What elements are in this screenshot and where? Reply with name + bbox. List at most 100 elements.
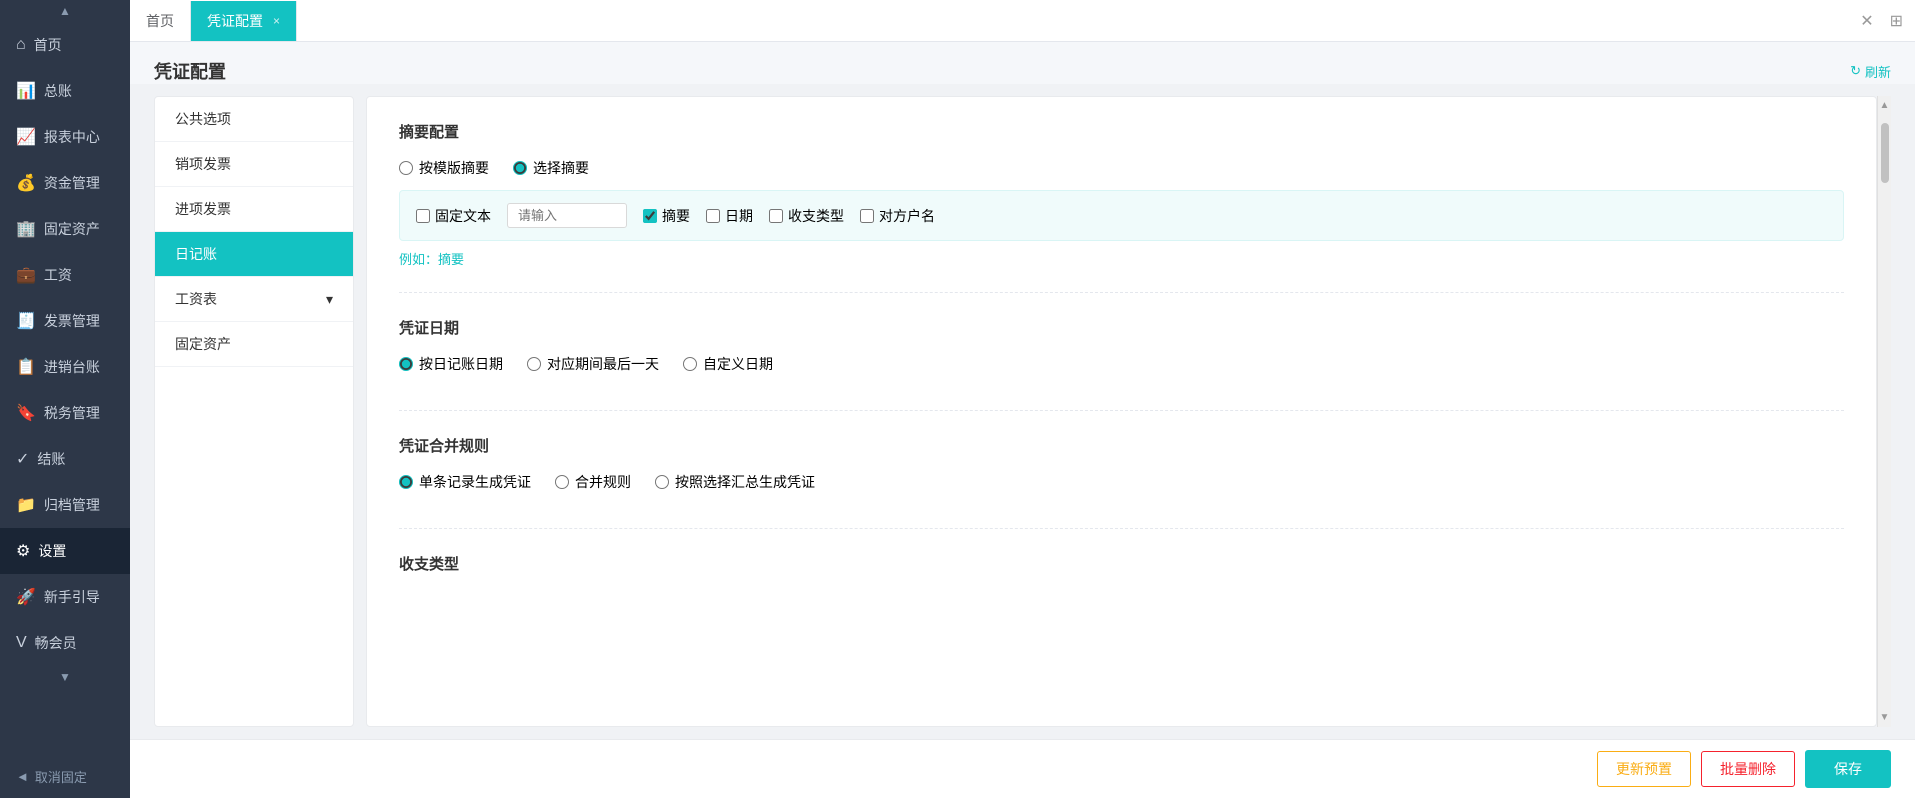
settings-icon: ⚙ — [16, 541, 30, 561]
checkbox-fixed-text-input[interactable] — [416, 209, 430, 223]
radio-single-record[interactable]: 单条记录生成凭证 — [399, 472, 531, 492]
reports-icon: 📈 — [16, 127, 36, 147]
checkbox-counterpart[interactable]: 对方户名 — [860, 206, 935, 226]
sidebar-unpin-button[interactable]: ◄ 取消固定 — [0, 755, 130, 798]
scroll-up-arrow[interactable]: ▲ — [1878, 96, 1891, 115]
checkbox-summary-input[interactable] — [643, 209, 657, 223]
tab-active-label: 凭证配置 — [207, 11, 263, 31]
checkbox-date-input[interactable] — [706, 209, 720, 223]
summary-checkbox-row: 固定文本 摘要 日期 收支类型 — [399, 190, 1844, 241]
radio-journal-date[interactable]: 按日记账日期 — [399, 354, 503, 374]
archive-icon: 📁 — [16, 495, 36, 515]
sidebar-scroll-up[interactable]: ▲ — [0, 0, 130, 22]
radio-journal-date-input[interactable] — [399, 357, 413, 371]
nav-item-sales-invoice[interactable]: 销项发票 — [155, 142, 353, 187]
sidebar-item-label: 税务管理 — [44, 403, 100, 423]
save-button[interactable]: 保存 — [1805, 750, 1891, 788]
radio-select-summary[interactable]: 选择摘要 — [513, 158, 589, 178]
merge-rules-title: 凭证合并规则 — [399, 435, 1844, 456]
checkbox-income-type-label: 收支类型 — [788, 206, 844, 226]
radio-single-record-label: 单条记录生成凭证 — [419, 472, 531, 492]
checkbox-summary[interactable]: 摘要 — [643, 206, 690, 226]
radio-custom-date-input[interactable] — [683, 357, 697, 371]
restore-window-icon[interactable]: ⊞ — [1886, 7, 1907, 35]
checkbox-fixed-text-label: 固定文本 — [435, 206, 491, 226]
sidebar-item-funds[interactable]: 💰 资金管理 — [0, 160, 130, 206]
radio-journal-date-label: 按日记账日期 — [419, 354, 503, 374]
radio-template-summary-input[interactable] — [399, 161, 413, 175]
sidebar-scroll-down[interactable]: ▼ — [0, 666, 130, 688]
summary-section: 摘要配置 按模版摘要 选择摘要 固定文本 — [399, 121, 1844, 293]
sidebar-item-label: 首页 — [34, 35, 62, 55]
radio-select-summary-gen[interactable]: 按照选择汇总生成凭证 — [655, 472, 815, 492]
checkbox-income-type-input[interactable] — [769, 209, 783, 223]
scroll-thumb[interactable] — [1881, 123, 1889, 183]
sidebar-item-settings[interactable]: ⚙ 设置 — [0, 528, 130, 574]
sidebar-item-ledger[interactable]: 📊 总账 — [0, 68, 130, 114]
sidebar-item-guide[interactable]: 🚀 新手引导 — [0, 574, 130, 620]
sidebar-item-salary[interactable]: 💼 工资 — [0, 252, 130, 298]
right-scrollbar[interactable]: ▲ ▼ — [1877, 96, 1891, 727]
merge-radio-group: 单条记录生成凭证 合并规则 按照选择汇总生成凭证 — [399, 472, 1844, 492]
sidebar-item-label: 设置 — [38, 541, 66, 561]
checkbox-income-type[interactable]: 收支类型 — [769, 206, 844, 226]
date-title: 凭证日期 — [399, 317, 1844, 338]
income-type-title: 收支类型 — [399, 553, 1844, 574]
sidebar-item-archive[interactable]: 📁 归档管理 — [0, 482, 130, 528]
radio-template-summary[interactable]: 按模版摘要 — [399, 158, 489, 178]
radio-custom-date[interactable]: 自定义日期 — [683, 354, 773, 374]
checkbox-counterpart-input[interactable] — [860, 209, 874, 223]
nav-item-payroll[interactable]: 工资表 ▾ — [155, 277, 353, 322]
fixed-text-input[interactable] — [507, 203, 627, 228]
radio-merge-rules[interactable]: 合并规则 — [555, 472, 631, 492]
scroll-down-arrow[interactable]: ▼ — [1878, 708, 1891, 727]
radio-merge-rules-input[interactable] — [555, 475, 569, 489]
nav-item-label: 日记账 — [175, 244, 217, 264]
home-icon: ⌂ — [16, 36, 26, 54]
nav-item-journal[interactable]: 日记账 — [155, 232, 353, 277]
radio-last-period-day-input[interactable] — [527, 357, 541, 371]
sidebar-item-vip[interactable]: V 畅会员 — [0, 620, 130, 666]
tab-close-icon[interactable]: × — [273, 14, 280, 28]
sidebar-item-home[interactable]: ⌂ 首页 — [0, 22, 130, 68]
tax-icon: 🔖 — [16, 403, 36, 423]
checkbox-summary-label: 摘要 — [662, 206, 690, 226]
sidebar-item-label: 固定资产 — [44, 219, 100, 239]
invoice-icon: 🧾 — [16, 311, 36, 331]
nav-item-public[interactable]: 公共选项 — [155, 97, 353, 142]
closing-icon: ✓ — [16, 449, 29, 469]
radio-custom-date-label: 自定义日期 — [703, 354, 773, 374]
income-type-section: 收支类型 — [399, 553, 1844, 614]
sidebar-item-invoice-mgr[interactable]: 🧾 发票管理 — [0, 298, 130, 344]
sidebar-item-assets[interactable]: 🏢 固定资产 — [0, 206, 130, 252]
tab-bar: 首页 凭证配置 × ✕ ⊞ — [130, 0, 1915, 42]
radio-last-period-day[interactable]: 对应期间最后一天 — [527, 354, 659, 374]
sidebar-item-label: 资金管理 — [44, 173, 100, 193]
sidebar-item-reports[interactable]: 📈 报表中心 — [0, 114, 130, 160]
sidebar-item-tax[interactable]: 🔖 税务管理 — [0, 390, 130, 436]
close-window-icon[interactable]: ✕ — [1856, 7, 1877, 35]
batch-delete-button[interactable]: 批量删除 — [1701, 751, 1795, 787]
nav-item-purchase-invoice[interactable]: 进项发票 — [155, 187, 353, 232]
sidebar-item-closing[interactable]: ✓ 结账 — [0, 436, 130, 482]
radio-select-summary-input[interactable] — [513, 161, 527, 175]
sidebar-item-label: 结账 — [37, 449, 65, 469]
radio-select-summary-label: 选择摘要 — [533, 158, 589, 178]
update-preview-button[interactable]: 更新预置 — [1597, 751, 1691, 787]
tab-voucher-config[interactable]: 凭证配置 × — [191, 1, 297, 41]
summary-radio-group: 按模版摘要 选择摘要 — [399, 158, 1844, 178]
radio-single-record-input[interactable] — [399, 475, 413, 489]
checkbox-fixed-text[interactable]: 固定文本 — [416, 206, 491, 226]
tab-home[interactable]: 首页 — [130, 1, 191, 41]
sidebar-item-purchase[interactable]: 📋 进销台账 — [0, 344, 130, 390]
assets-icon: 🏢 — [16, 219, 36, 239]
funds-icon: 💰 — [16, 173, 36, 193]
checkbox-date[interactable]: 日期 — [706, 206, 753, 226]
radio-select-summary-gen-input[interactable] — [655, 475, 669, 489]
expand-icon: ▾ — [326, 291, 333, 308]
nav-item-fixed-assets[interactable]: 固定资产 — [155, 322, 353, 367]
sidebar: ▲ ⌂ 首页 📊 总账 📈 报表中心 💰 资金管理 🏢 固定资产 💼 工资 🧾 … — [0, 0, 130, 798]
sidebar-item-label: 发票管理 — [44, 311, 100, 331]
vip-icon: V — [16, 634, 27, 652]
refresh-button[interactable]: ↻ 刷新 — [1850, 62, 1891, 81]
